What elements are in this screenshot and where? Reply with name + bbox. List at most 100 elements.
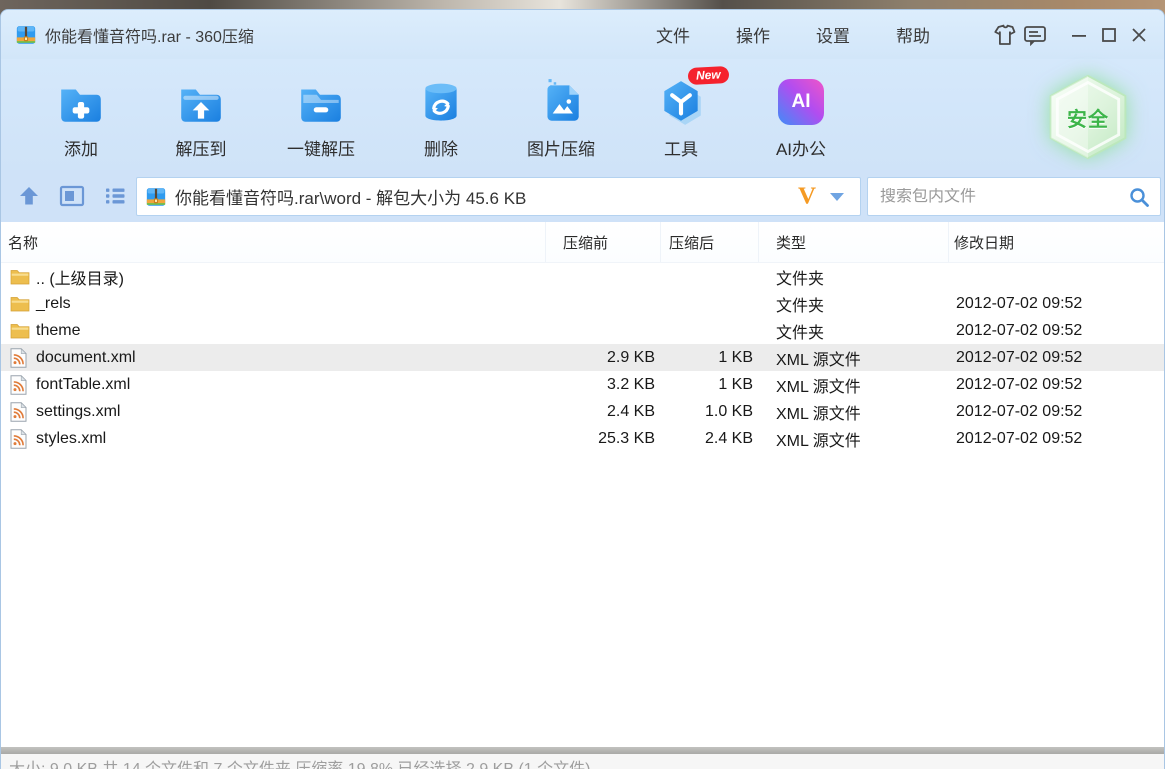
header-size-before[interactable]: 压缩前 bbox=[546, 222, 661, 262]
maximize-button[interactable] bbox=[1094, 20, 1124, 50]
file-name: .. (上级目录) bbox=[36, 270, 124, 288]
file-date: 2012-07-02 09:52 bbox=[956, 429, 1083, 447]
file-date: 2012-07-02 09:52 bbox=[956, 375, 1083, 393]
file-size-before: 25.3 KB bbox=[598, 429, 655, 447]
table-row[interactable]: _rels 文件夹 2012-07-02 09:52 bbox=[1, 290, 1164, 317]
table-row[interactable]: theme 文件夹 2012-07-02 09:52 bbox=[1, 317, 1164, 344]
table-row[interactable]: settings.xml 2.4 KB 1.0 KB XML 源文件 2012-… bbox=[1, 398, 1164, 425]
status-separator bbox=[1, 747, 1164, 754]
toolbar-label: 删除 bbox=[424, 140, 458, 159]
toolbar-label: 解压到 bbox=[175, 140, 227, 159]
header-name[interactable]: 名称 bbox=[1, 222, 546, 262]
status-bar: 大小: 9.0 KB 共 14 个文件和 7 个文件夹 压缩率 19.8% 已经… bbox=[1, 754, 1164, 769]
menu-bar: 文件 操作 设置 帮助 bbox=[656, 10, 930, 59]
preview-pane-icon[interactable] bbox=[59, 184, 85, 208]
file-size-before: 2.9 KB bbox=[606, 348, 655, 366]
menu-actions[interactable]: 操作 bbox=[736, 22, 770, 47]
extract-to-button[interactable]: 解压到 bbox=[146, 77, 256, 160]
address-bar[interactable]: 你能看懂音符吗.rar\word - 解包大小为 45.6 KB V bbox=[136, 177, 861, 216]
go-up-icon[interactable] bbox=[17, 184, 41, 208]
menu-settings[interactable]: 设置 bbox=[816, 22, 850, 47]
file-size-after: 1 KB bbox=[718, 348, 753, 366]
file-size-after: 1.0 KB bbox=[704, 402, 753, 420]
add-button[interactable]: 添加 bbox=[26, 77, 136, 160]
xml-file-icon bbox=[10, 374, 27, 395]
ai-office-button[interactable]: AI AI办公 bbox=[746, 77, 856, 160]
file-type: 文件夹 bbox=[776, 270, 825, 288]
header-type[interactable]: 类型 bbox=[759, 222, 949, 262]
file-date: 2012-07-02 09:52 bbox=[956, 402, 1083, 420]
delete-button[interactable]: 删除 bbox=[386, 77, 496, 160]
security-shield[interactable]: 安全 bbox=[1042, 71, 1134, 163]
folder-icon bbox=[10, 297, 30, 312]
image-compress-icon bbox=[536, 77, 586, 127]
file-name: fontTable.xml bbox=[36, 375, 131, 393]
one-click-extract-icon bbox=[296, 77, 346, 127]
ai-office-icon: AI bbox=[776, 77, 826, 127]
file-list: .. (上级目录) 文件夹 _rels 文件夹 2012-07-02 09:52… bbox=[1, 263, 1164, 452]
file-list-panel: 名称 压缩前 压缩后 类型 修改日期 .. (上级目录) 文件夹 _rels 文… bbox=[1, 222, 1164, 747]
rar-archive-icon bbox=[146, 187, 166, 206]
status-text: 大小: 9.0 KB 共 14 个文件和 7 个文件夹 压缩率 19.8% 已经… bbox=[9, 760, 591, 769]
image-compress-button[interactable]: 图片压缩 bbox=[506, 77, 616, 160]
header-size-after[interactable]: 压缩后 bbox=[661, 222, 759, 262]
rar-archive-icon bbox=[16, 25, 36, 44]
toolbar-label: 工具 bbox=[664, 140, 698, 159]
file-date: 2012-07-02 09:52 bbox=[956, 348, 1083, 366]
toolbar-label: 图片压缩 bbox=[527, 140, 595, 159]
toolbar-label: AI办公 bbox=[775, 140, 827, 159]
table-row[interactable]: .. (上级目录) 文件夹 bbox=[1, 263, 1164, 290]
xml-file-icon bbox=[10, 401, 27, 422]
one-click-extract-button[interactable]: 一键解压 bbox=[266, 77, 376, 160]
window-title: 你能看懂音符吗.rar - 360压缩 bbox=[45, 28, 254, 46]
folder-icon bbox=[10, 324, 30, 339]
file-type: 文件夹 bbox=[776, 297, 825, 315]
file-name: _rels bbox=[36, 294, 71, 312]
close-button[interactable] bbox=[1124, 20, 1154, 50]
minimize-button[interactable] bbox=[1064, 20, 1094, 50]
file-name: styles.xml bbox=[36, 429, 107, 447]
search-input[interactable] bbox=[880, 187, 1128, 206]
table-row[interactable]: styles.xml 25.3 KB 2.4 KB XML 源文件 2012-0… bbox=[1, 425, 1164, 452]
xml-file-icon bbox=[10, 428, 27, 449]
table-row[interactable]: document.xml 2.9 KB 1 KB XML 源文件 2012-07… bbox=[1, 344, 1164, 371]
list-view-icon[interactable] bbox=[103, 184, 127, 208]
file-type: XML 源文件 bbox=[776, 378, 861, 396]
toolbar: 添加 解压到 一键解压 删除 图片压缩 New 工具 AI AI办公 安全 bbox=[1, 59, 1164, 170]
title-bar: 你能看懂音符吗.rar - 360压缩 文件 操作 设置 帮助 bbox=[1, 10, 1164, 59]
window-controls bbox=[990, 10, 1154, 59]
file-size-after: 1 KB bbox=[718, 375, 753, 393]
xml-file-icon bbox=[10, 347, 27, 368]
theme-skin-icon[interactable] bbox=[990, 20, 1020, 50]
header-date[interactable]: 修改日期 bbox=[949, 222, 1164, 262]
trash-recycle-icon bbox=[416, 77, 466, 127]
extract-to-icon bbox=[176, 77, 226, 127]
search-icon[interactable] bbox=[1128, 186, 1150, 208]
file-name: theme bbox=[36, 321, 81, 339]
search-box[interactable] bbox=[867, 177, 1161, 216]
security-shield-label: 安全 bbox=[1067, 108, 1109, 131]
toolbar-label: 一键解压 bbox=[287, 140, 355, 159]
address-row: 你能看懂音符吗.rar\word - 解包大小为 45.6 KB V bbox=[1, 170, 1164, 222]
file-type: XML 源文件 bbox=[776, 405, 861, 423]
vip-logo[interactable]: V bbox=[798, 183, 816, 210]
file-date: 2012-07-02 09:52 bbox=[956, 321, 1083, 339]
new-badge: New bbox=[687, 65, 730, 86]
menu-help[interactable]: 帮助 bbox=[896, 22, 930, 47]
chevron-down-icon[interactable] bbox=[830, 192, 844, 201]
archive-path: 你能看懂音符吗.rar\word - 解包大小为 45.6 KB bbox=[175, 189, 527, 208]
file-type: XML 源文件 bbox=[776, 351, 861, 369]
menu-file[interactable]: 文件 bbox=[656, 22, 690, 47]
toolbar-label: 添加 bbox=[64, 140, 98, 159]
file-date: 2012-07-02 09:52 bbox=[956, 294, 1083, 312]
app-window: 你能看懂音符吗.rar - 360压缩 文件 操作 设置 帮助 添加 解压到 一… bbox=[0, 9, 1165, 769]
feedback-message-icon[interactable] bbox=[1020, 20, 1050, 50]
file-type: XML 源文件 bbox=[776, 432, 861, 450]
tools-button[interactable]: New 工具 bbox=[626, 65, 736, 160]
file-name: document.xml bbox=[36, 348, 136, 366]
file-name: settings.xml bbox=[36, 402, 121, 420]
table-row[interactable]: fontTable.xml 3.2 KB 1 KB XML 源文件 2012-0… bbox=[1, 371, 1164, 398]
file-type: 文件夹 bbox=[776, 324, 825, 342]
add-folder-icon bbox=[56, 77, 106, 127]
folder-icon bbox=[10, 270, 30, 285]
